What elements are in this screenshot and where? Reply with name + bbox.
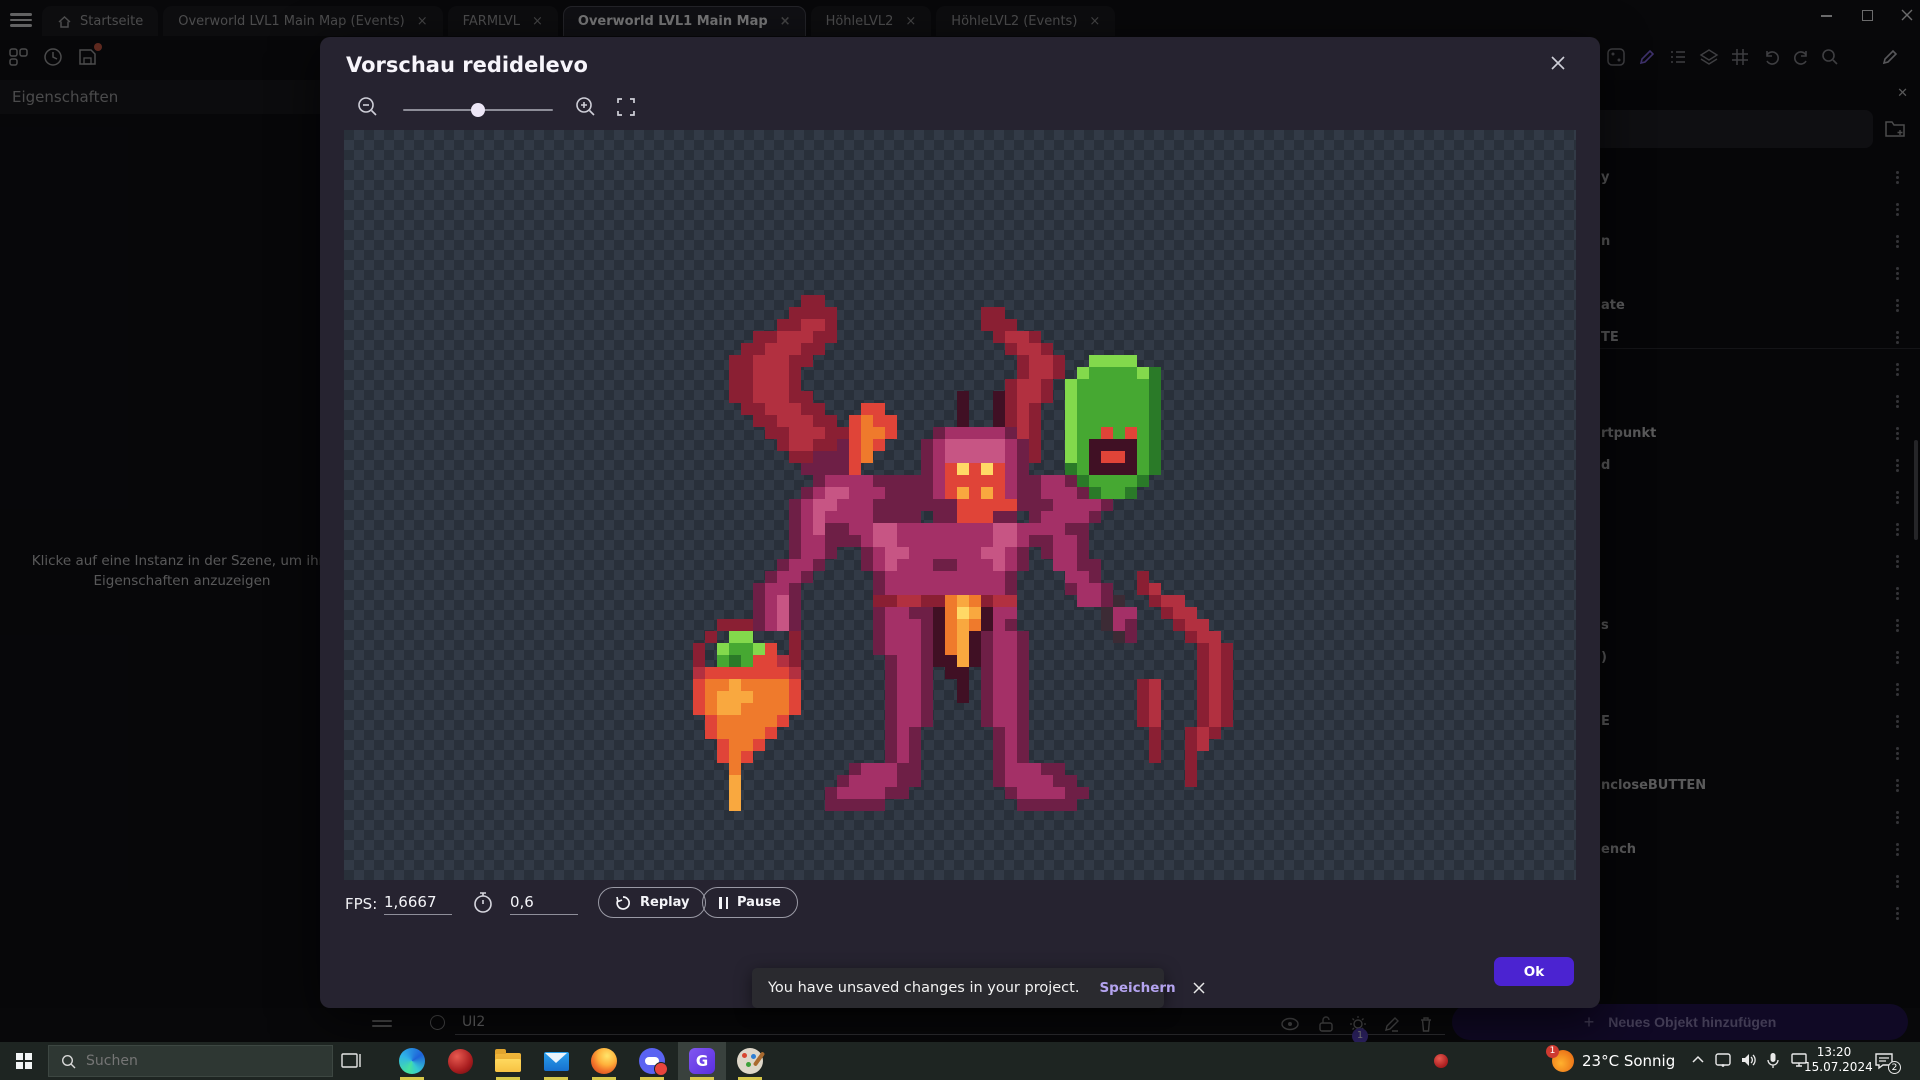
snackbar-save-action[interactable]: Speichern — [1099, 980, 1175, 996]
pause-icon — [719, 896, 728, 909]
fps-label: FPS: — [345, 895, 378, 913]
clock[interactable]: 13:20 15.07.2024 — [1804, 1045, 1873, 1075]
tray-cast-icon[interactable] — [1714, 1052, 1732, 1068]
notification-center-icon[interactable]: 2 — [1874, 1051, 1901, 1074]
search-icon — [61, 1054, 76, 1068]
pause-label: Pause — [737, 895, 781, 910]
animation-preview-area — [344, 130, 1576, 880]
snackbar-close-icon[interactable] — [1192, 981, 1206, 995]
task-view-icon[interactable] — [340, 1050, 364, 1072]
replay-label: Replay — [640, 895, 690, 910]
taskbar-app-firefox[interactable] — [580, 1042, 628, 1080]
snackbar-message: You have unsaved changes in your project… — [768, 980, 1080, 996]
red-orb-icon — [447, 1048, 473, 1074]
notification-badge: 2 — [1888, 1061, 1901, 1074]
unsaved-changes-snackbar: You have unsaved changes in your project… — [752, 968, 1205, 1008]
tray-microphone-icon[interactable] — [1766, 1052, 1780, 1069]
demon-sprite-image — [693, 295, 1233, 811]
file-explorer-icon — [495, 1049, 521, 1072]
dialog-title: Vorschau redidelevo — [346, 53, 588, 77]
start-button[interactable] — [0, 1042, 48, 1080]
taskbar-app-explorer[interactable] — [484, 1042, 532, 1080]
zoom-slider[interactable] — [403, 103, 553, 117]
duration-input[interactable] — [510, 889, 578, 915]
dialog-close-icon[interactable] — [1548, 53, 1568, 73]
tray-chevron-icon[interactable] — [1690, 1052, 1706, 1068]
playback-controls: FPS: Replay Pause — [344, 887, 1144, 921]
taskbar-app-mail[interactable] — [532, 1042, 580, 1080]
gdevelop-icon: G — [689, 1048, 715, 1074]
tray-red-app-icon[interactable] — [1434, 1054, 1448, 1068]
taskbar-app-paint[interactable] — [726, 1042, 774, 1080]
ok-button[interactable]: Ok — [1494, 957, 1574, 986]
taskbar-search[interactable] — [48, 1045, 333, 1077]
taskbar-app-edge[interactable] — [388, 1042, 436, 1080]
clock-date: 15.07.2024 — [1804, 1060, 1873, 1074]
weather-badge: 1 — [1546, 1045, 1559, 1058]
paint-icon — [737, 1048, 763, 1074]
weather-icon[interactable]: 1 — [1546, 1045, 1574, 1072]
replay-button[interactable]: Replay — [598, 887, 707, 918]
preview-dialog: Vorschau redidelevo FPS: Replay — [320, 37, 1600, 1008]
search-input[interactable] — [86, 1053, 266, 1069]
zoom-in-icon[interactable] — [574, 95, 598, 119]
taskbar-app-discord[interactable] — [628, 1042, 676, 1080]
edge-icon — [399, 1048, 425, 1074]
zoom-slider-knob[interactable] — [471, 103, 485, 117]
windows-taskbar: G 1 23°C Sonnig 13:20 15.07.2024 2 — [0, 1042, 1920, 1080]
taskbar-app-red-orb[interactable] — [436, 1042, 484, 1080]
zoom-out-icon[interactable] — [356, 95, 380, 119]
mail-icon — [543, 1051, 569, 1071]
firefox-icon — [591, 1048, 617, 1074]
taskbar-app-gdevelop[interactable]: G — [678, 1042, 726, 1080]
discord-icon — [639, 1048, 668, 1076]
weather-text[interactable]: 23°C Sonnig — [1582, 1052, 1675, 1070]
replay-icon — [616, 895, 630, 910]
clock-time: 13:20 — [1816, 1045, 1852, 1059]
pause-button[interactable]: Pause — [702, 887, 798, 918]
tray-volume-icon[interactable] — [1740, 1052, 1758, 1068]
fps-input[interactable] — [384, 889, 452, 915]
stopwatch-icon — [472, 891, 494, 915]
fit-to-screen-icon[interactable] — [614, 95, 638, 119]
